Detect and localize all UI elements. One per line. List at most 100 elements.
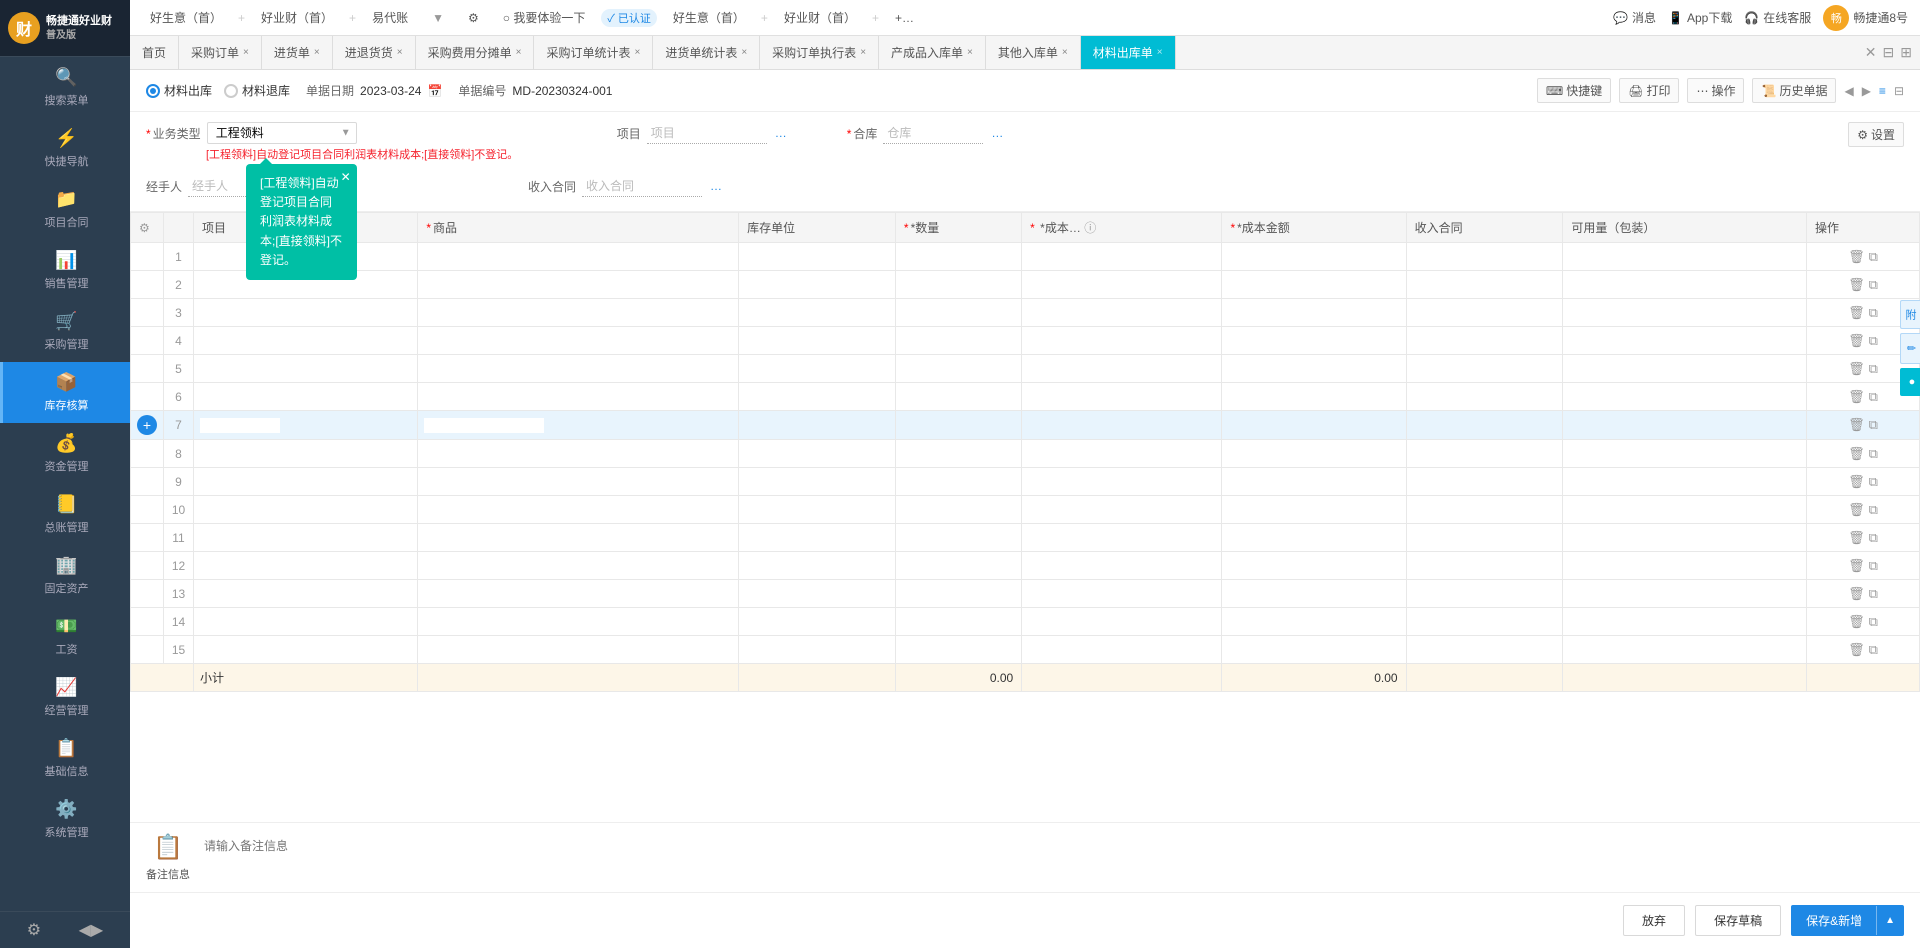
save-new-split-button[interactable]: 保存&新增 ▲ bbox=[1791, 905, 1904, 936]
radio-material-return[interactable]: 材料退库 bbox=[224, 82, 290, 99]
cell-goods[interactable] bbox=[418, 411, 739, 440]
copy-row-icon[interactable]: ⧉ bbox=[1869, 249, 1878, 264]
delete-row-icon[interactable]: 🗑 bbox=[1848, 249, 1865, 264]
cell-unit[interactable] bbox=[739, 411, 896, 440]
right-panel-green[interactable]: ● bbox=[1900, 368, 1920, 396]
cell-unit[interactable] bbox=[739, 468, 896, 496]
topnav-gear[interactable]: ⚙ bbox=[460, 9, 487, 27]
cell-cost[interactable] bbox=[1022, 383, 1222, 411]
delete-row-icon[interactable]: 🗑 bbox=[1848, 361, 1865, 376]
cell-unit[interactable] bbox=[739, 440, 896, 468]
cell-avail-qty[interactable] bbox=[1563, 411, 1807, 440]
cell-income-contract[interactable] bbox=[1406, 243, 1563, 271]
cell-unit[interactable] bbox=[739, 608, 896, 636]
cell-cost-amount[interactable] bbox=[1222, 636, 1406, 664]
cell-cost-amount[interactable] bbox=[1222, 243, 1406, 271]
delete-row-icon[interactable]: 🗑 bbox=[1848, 389, 1865, 404]
cell-project[interactable] bbox=[194, 383, 418, 411]
cell-qty[interactable] bbox=[895, 411, 1021, 440]
cell-avail-qty[interactable] bbox=[1563, 524, 1807, 552]
copy-row-icon[interactable]: ⧉ bbox=[1869, 586, 1878, 601]
cell-unit[interactable] bbox=[739, 355, 896, 383]
cell-goods[interactable] bbox=[418, 355, 739, 383]
cell-goods[interactable] bbox=[418, 524, 739, 552]
cell-project[interactable] bbox=[194, 524, 418, 552]
cell-cost-amount[interactable] bbox=[1222, 608, 1406, 636]
copy-row-icon[interactable]: ⧉ bbox=[1869, 333, 1878, 348]
sidebar-item-finance[interactable]: 💰 资金管理 bbox=[0, 423, 130, 484]
cell-qty[interactable] bbox=[895, 608, 1021, 636]
delete-row-icon[interactable]: 🗑 bbox=[1848, 474, 1865, 489]
cell-goods[interactable] bbox=[418, 636, 739, 664]
cell-income-contract[interactable] bbox=[1406, 468, 1563, 496]
tab-product-close[interactable]: × bbox=[967, 47, 973, 58]
cell-cost[interactable] bbox=[1022, 440, 1222, 468]
settings-gear-icon[interactable]: ⚙ bbox=[27, 920, 41, 940]
cell-avail-qty[interactable] bbox=[1563, 383, 1807, 411]
collapse-icon[interactable]: ◀▶ bbox=[79, 920, 104, 940]
save-new-arrow-icon[interactable]: ▲ bbox=[1877, 909, 1903, 932]
biz-type-select[interactable]: 工程领料 直接领料 bbox=[207, 122, 357, 144]
tab-purch-stat-close[interactable]: × bbox=[741, 47, 747, 58]
save-draft-button[interactable]: 保存草稿 bbox=[1695, 905, 1781, 936]
right-panel-note[interactable]: ✏ bbox=[1900, 333, 1920, 364]
tab-other-close[interactable]: × bbox=[1062, 47, 1068, 58]
cell-unit[interactable] bbox=[739, 636, 896, 664]
tab-product[interactable]: 产成品入库单 × bbox=[879, 36, 986, 70]
cell-goods[interactable] bbox=[418, 243, 739, 271]
tab-view-toggle[interactable]: ⊟ bbox=[1883, 44, 1895, 61]
cell-project[interactable] bbox=[194, 355, 418, 383]
cell-unit[interactable] bbox=[739, 383, 896, 411]
tab-po-exec[interactable]: 采购订单执行表 × bbox=[760, 36, 879, 70]
tab-po-exec-close[interactable]: × bbox=[860, 47, 866, 58]
cell-goods[interactable] bbox=[418, 580, 739, 608]
cell-goods[interactable] bbox=[418, 496, 739, 524]
cell-unit[interactable] bbox=[739, 580, 896, 608]
cell-qty[interactable] bbox=[895, 468, 1021, 496]
tab-purchase-close[interactable]: × bbox=[314, 47, 320, 58]
cell-income-contract[interactable] bbox=[1406, 524, 1563, 552]
cell-cost-amount[interactable] bbox=[1222, 271, 1406, 299]
cell-avail-qty[interactable] bbox=[1563, 580, 1807, 608]
notes-input[interactable] bbox=[200, 833, 1904, 873]
cell-cost-amount[interactable] bbox=[1222, 355, 1406, 383]
cell-project[interactable] bbox=[194, 327, 418, 355]
cell-project[interactable] bbox=[194, 636, 418, 664]
cell-cost[interactable] bbox=[1022, 608, 1222, 636]
copy-row-icon[interactable]: ⧉ bbox=[1869, 389, 1878, 404]
copy-row-icon[interactable]: ⧉ bbox=[1869, 502, 1878, 517]
cell-avail-qty[interactable] bbox=[1563, 327, 1807, 355]
delete-row-icon[interactable]: 🗑 bbox=[1848, 446, 1865, 461]
cell-project[interactable] bbox=[194, 299, 418, 327]
cell-cost[interactable] bbox=[1022, 411, 1222, 440]
cell-cost[interactable] bbox=[1022, 243, 1222, 271]
delete-row-icon[interactable]: 🗑 bbox=[1848, 277, 1865, 292]
cell-avail-qty[interactable] bbox=[1563, 355, 1807, 383]
history-btn[interactable]: 📜 历史单据 bbox=[1752, 78, 1836, 103]
copy-row-icon[interactable]: ⧉ bbox=[1869, 305, 1878, 320]
settings-btn[interactable]: ⚙ 设置 bbox=[1848, 122, 1904, 147]
sidebar-item-salary[interactable]: 💵 工资 bbox=[0, 606, 130, 667]
cell-income-contract[interactable] bbox=[1406, 383, 1563, 411]
cell-goods[interactable] bbox=[418, 552, 739, 580]
cell-cost[interactable] bbox=[1022, 496, 1222, 524]
ops-btn[interactable]: ⋯ 操作 bbox=[1687, 78, 1744, 103]
cell-avail-qty[interactable] bbox=[1563, 299, 1807, 327]
cell-goods[interactable] bbox=[418, 440, 739, 468]
tab-expense-close[interactable]: × bbox=[516, 47, 522, 58]
cell-goods[interactable] bbox=[418, 271, 739, 299]
tab-view-toggle2[interactable]: ⊞ bbox=[1900, 44, 1912, 61]
income-contract-input[interactable]: 收入合同 bbox=[582, 175, 702, 197]
tab-return[interactable]: 进退货货 × bbox=[333, 36, 416, 70]
right-panel-attach[interactable]: 附 bbox=[1900, 300, 1920, 329]
cell-cost-amount[interactable] bbox=[1222, 552, 1406, 580]
cell-cost-amount[interactable] bbox=[1222, 496, 1406, 524]
warehouse-dots[interactable]: … bbox=[991, 126, 1003, 140]
delete-row-icon[interactable]: 🗑 bbox=[1848, 333, 1865, 348]
nav-prev-icon[interactable]: ◀ bbox=[1844, 84, 1853, 98]
cell-income-contract[interactable] bbox=[1406, 271, 1563, 299]
cell-cost[interactable] bbox=[1022, 355, 1222, 383]
cell-goods[interactable] bbox=[418, 468, 739, 496]
tab-home[interactable]: 首页 bbox=[130, 36, 179, 70]
cell-cost[interactable] bbox=[1022, 524, 1222, 552]
